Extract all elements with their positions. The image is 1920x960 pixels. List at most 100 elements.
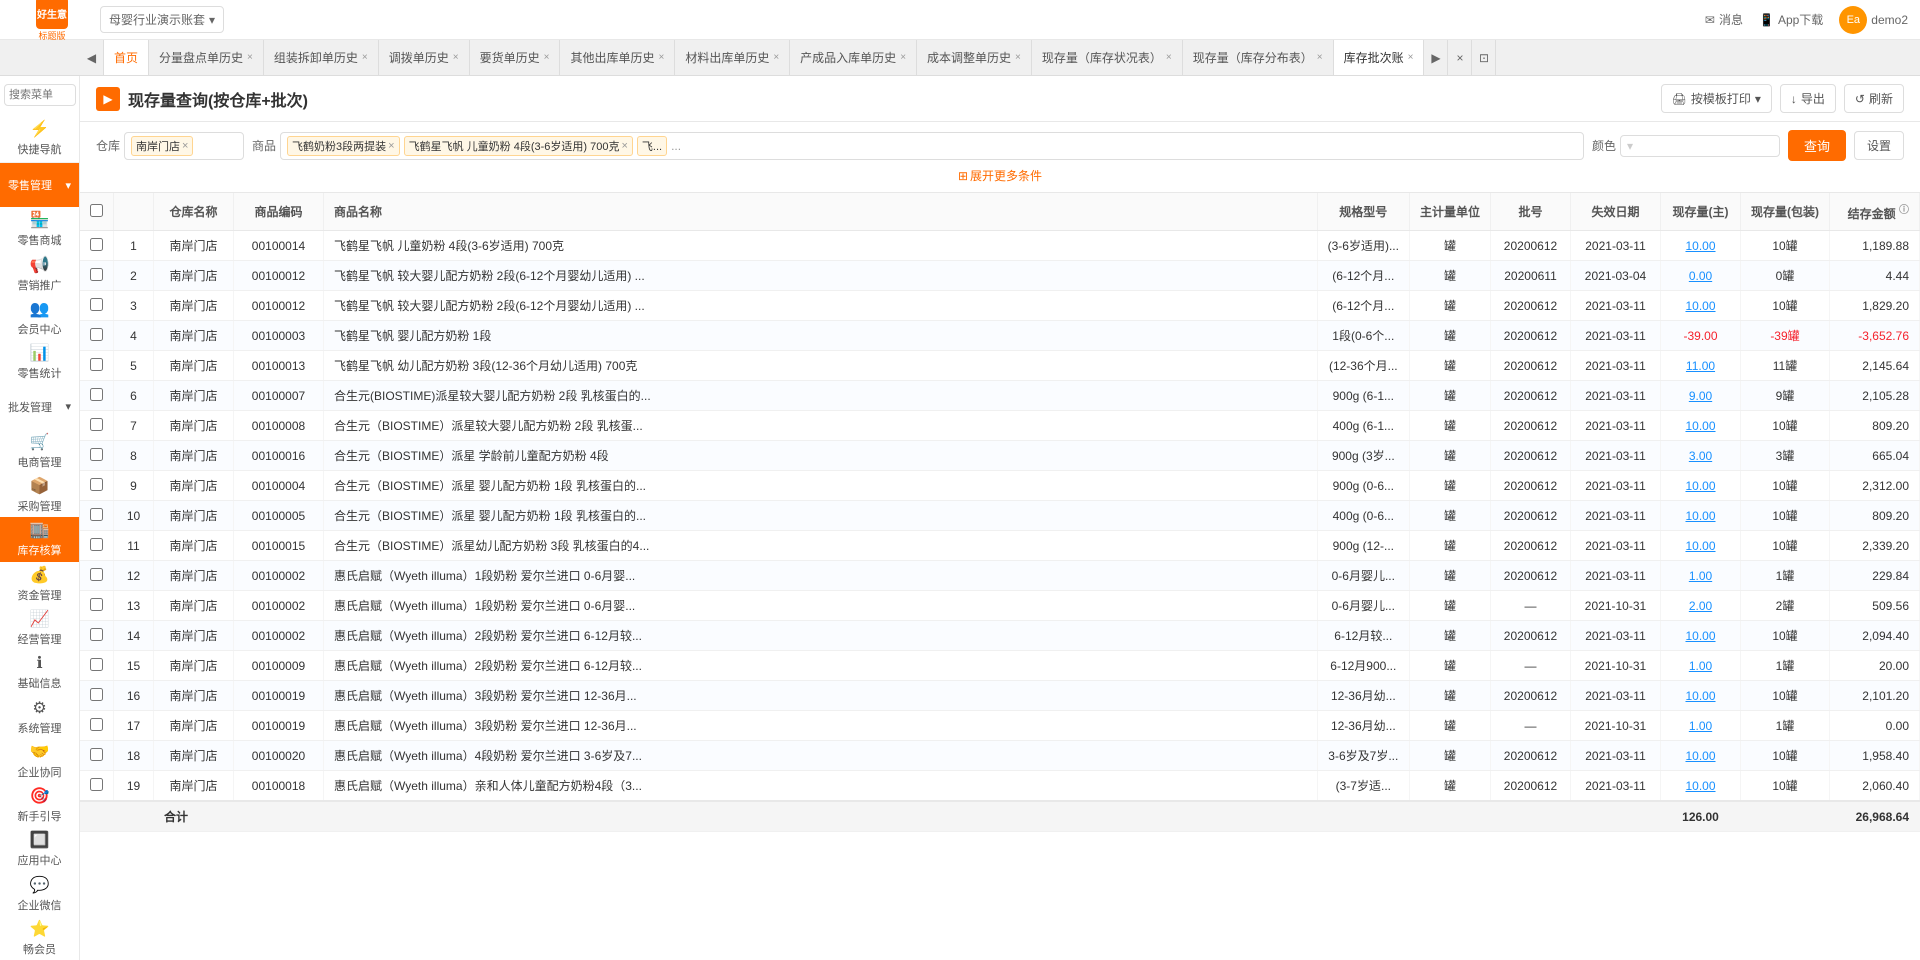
sidebar-item-member[interactable]: 👥 会员中心: [0, 296, 79, 340]
sidebar-item-guide[interactable]: 🎯 新手引导: [0, 783, 79, 827]
tab-close-7[interactable]: ×: [900, 52, 906, 63]
row-qty[interactable]: 1.00: [1661, 711, 1741, 741]
row-qty[interactable]: 10.00: [1661, 681, 1741, 711]
tab-close-9[interactable]: ×: [1166, 52, 1172, 63]
row-checkbox[interactable]: [90, 748, 103, 761]
tab-close-all[interactable]: ×: [1448, 40, 1472, 76]
row-checkbox[interactable]: [90, 538, 103, 551]
row-checkbox[interactable]: [90, 718, 103, 731]
tab-close-8[interactable]: ×: [1015, 52, 1021, 63]
print-btn[interactable]: 🖨 按模板打印 ▾: [1661, 84, 1772, 113]
row-qty[interactable]: 10.00: [1661, 471, 1741, 501]
tab-nav-prev[interactable]: ◀: [80, 40, 104, 76]
sidebar-item-inventory[interactable]: 🏬 库存核算: [0, 517, 79, 561]
row-checkbox[interactable]: [90, 568, 103, 581]
row-qty[interactable]: 9.00: [1661, 381, 1741, 411]
row-checkbox[interactable]: [90, 328, 103, 341]
tab-8[interactable]: 成本调整单历史 ×: [917, 40, 1032, 76]
tab-9[interactable]: 现存量（库存状况表） ×: [1032, 40, 1183, 76]
sidebar-item-shop[interactable]: 🏪 零售商城: [0, 207, 79, 251]
sidebar-item-purchase[interactable]: 📦 采购管理: [0, 473, 79, 517]
color-input[interactable]: ▾: [1620, 135, 1780, 157]
row-checkbox[interactable]: [90, 658, 103, 671]
search-btn[interactable]: 查询: [1788, 130, 1846, 161]
warehouse-tag-del[interactable]: ×: [182, 140, 188, 152]
message-btn[interactable]: ✉ 消息: [1705, 11, 1743, 28]
row-checkbox[interactable]: [90, 478, 103, 491]
search-input[interactable]: [4, 84, 76, 106]
sidebar-item-ops[interactable]: 📈 经营管理: [0, 606, 79, 650]
row-qty[interactable]: 1.00: [1661, 651, 1741, 681]
tab-7[interactable]: 产成品入库单历史 ×: [790, 40, 917, 76]
settings-btn[interactable]: 设置: [1854, 131, 1904, 160]
tab-2[interactable]: 组装拆卸单历史 ×: [264, 40, 379, 76]
row-qty[interactable]: 10.00: [1661, 231, 1741, 261]
tab-nav-next[interactable]: ▶: [1424, 40, 1448, 76]
row-checkbox[interactable]: [90, 388, 103, 401]
product-tag-del-2[interactable]: ×: [621, 140, 627, 152]
product-tag-del-1[interactable]: ×: [388, 140, 394, 152]
row-checkbox[interactable]: [90, 358, 103, 371]
product-ellipsis[interactable]: ...: [671, 139, 681, 153]
row-qty[interactable]: 11.00: [1661, 351, 1741, 381]
sidebar-item-marketing[interactable]: 📢 营销推广: [0, 252, 79, 296]
tab-maximize[interactable]: ⊡: [1472, 40, 1496, 76]
row-qty[interactable]: 10.00: [1661, 291, 1741, 321]
tab-home[interactable]: 首页: [104, 40, 149, 76]
sidebar-item-collab[interactable]: 🤝 企业协同: [0, 739, 79, 783]
tab-close-1[interactable]: ×: [247, 52, 253, 63]
sidebar-item-system[interactable]: ⚙ 系统管理: [0, 694, 79, 738]
sidebar-item-basic[interactable]: ℹ 基础信息: [0, 650, 79, 694]
row-checkbox[interactable]: [90, 448, 103, 461]
row-qty[interactable]: 10.00: [1661, 501, 1741, 531]
product-input[interactable]: 飞鹤奶粉3段两提装 × 飞鹤星飞帆 儿童奶粉 4段(3-6岁适用) 700克 ×…: [280, 132, 1584, 160]
app-download-btn[interactable]: 📱 App下载: [1759, 11, 1823, 28]
tab-10[interactable]: 现存量（库存分布表） ×: [1183, 40, 1334, 76]
warehouse-selector[interactable]: 母婴行业演示账套 ▾: [100, 6, 224, 33]
tab-close-4[interactable]: ×: [544, 52, 550, 63]
tab-close-3[interactable]: ×: [453, 52, 459, 63]
sidebar-item-retail[interactable]: 零售管理 ▾: [0, 163, 79, 207]
row-qty[interactable]: 2.00: [1661, 591, 1741, 621]
row-checkbox[interactable]: [90, 238, 103, 251]
tab-5[interactable]: 其他出库单历史 ×: [560, 40, 675, 76]
sidebar-item-vip[interactable]: ⭐ 畅会员: [0, 916, 79, 960]
sidebar-item-retail-stats[interactable]: 📊 零售统计: [0, 340, 79, 384]
row-qty[interactable]: 0.00: [1661, 261, 1741, 291]
expand-conditions-btn[interactable]: ⊞ 展开更多条件: [958, 167, 1042, 184]
user-area[interactable]: Ea demo2: [1839, 6, 1908, 34]
sidebar-item-apps[interactable]: 🔲 应用中心: [0, 827, 79, 871]
tab-3[interactable]: 调拨单历史 ×: [379, 40, 470, 76]
row-qty[interactable]: 1.00: [1661, 561, 1741, 591]
tab-1[interactable]: 分量盘点单历史 ×: [149, 40, 264, 76]
tab-6[interactable]: 材料出库单历史 ×: [675, 40, 790, 76]
tab-close-10[interactable]: ×: [1317, 52, 1323, 63]
row-checkbox[interactable]: [90, 418, 103, 431]
tab-close-6[interactable]: ×: [773, 52, 779, 63]
row-checkbox[interactable]: [90, 778, 103, 791]
tab-4[interactable]: 要货单历史 ×: [470, 40, 561, 76]
sidebar-item-ecom[interactable]: 🛒 电商管理: [0, 429, 79, 473]
row-checkbox[interactable]: [90, 628, 103, 641]
row-qty[interactable]: 10.00: [1661, 411, 1741, 441]
select-all-checkbox[interactable]: [90, 204, 103, 217]
warehouse-input[interactable]: 南岸门店 ×: [124, 132, 244, 160]
row-qty[interactable]: 10.00: [1661, 531, 1741, 561]
sidebar-item-wechat[interactable]: 💬 企业微信: [0, 872, 79, 916]
sidebar-toggle-btn[interactable]: ▶: [96, 87, 120, 111]
sidebar-item-finance[interactable]: 💰 资金管理: [0, 562, 79, 606]
tab-close-2[interactable]: ×: [362, 52, 368, 63]
sidebar-item-wholesale[interactable]: 批发管理 ▾: [0, 384, 79, 428]
row-checkbox[interactable]: [90, 508, 103, 521]
row-qty[interactable]: 10.00: [1661, 771, 1741, 802]
tab-close-5[interactable]: ×: [658, 52, 664, 63]
export-btn[interactable]: ↓ 导出: [1780, 84, 1836, 113]
row-qty[interactable]: 10.00: [1661, 621, 1741, 651]
refresh-btn[interactable]: ↺ 刷新: [1844, 84, 1904, 113]
row-qty[interactable]: 10.00: [1661, 741, 1741, 771]
row-qty[interactable]: 3.00: [1661, 441, 1741, 471]
row-checkbox[interactable]: [90, 598, 103, 611]
row-checkbox[interactable]: [90, 688, 103, 701]
tab-close-11[interactable]: ×: [1408, 52, 1414, 63]
sidebar-item-quicknav[interactable]: ⚡ 快捷导航: [0, 114, 79, 162]
